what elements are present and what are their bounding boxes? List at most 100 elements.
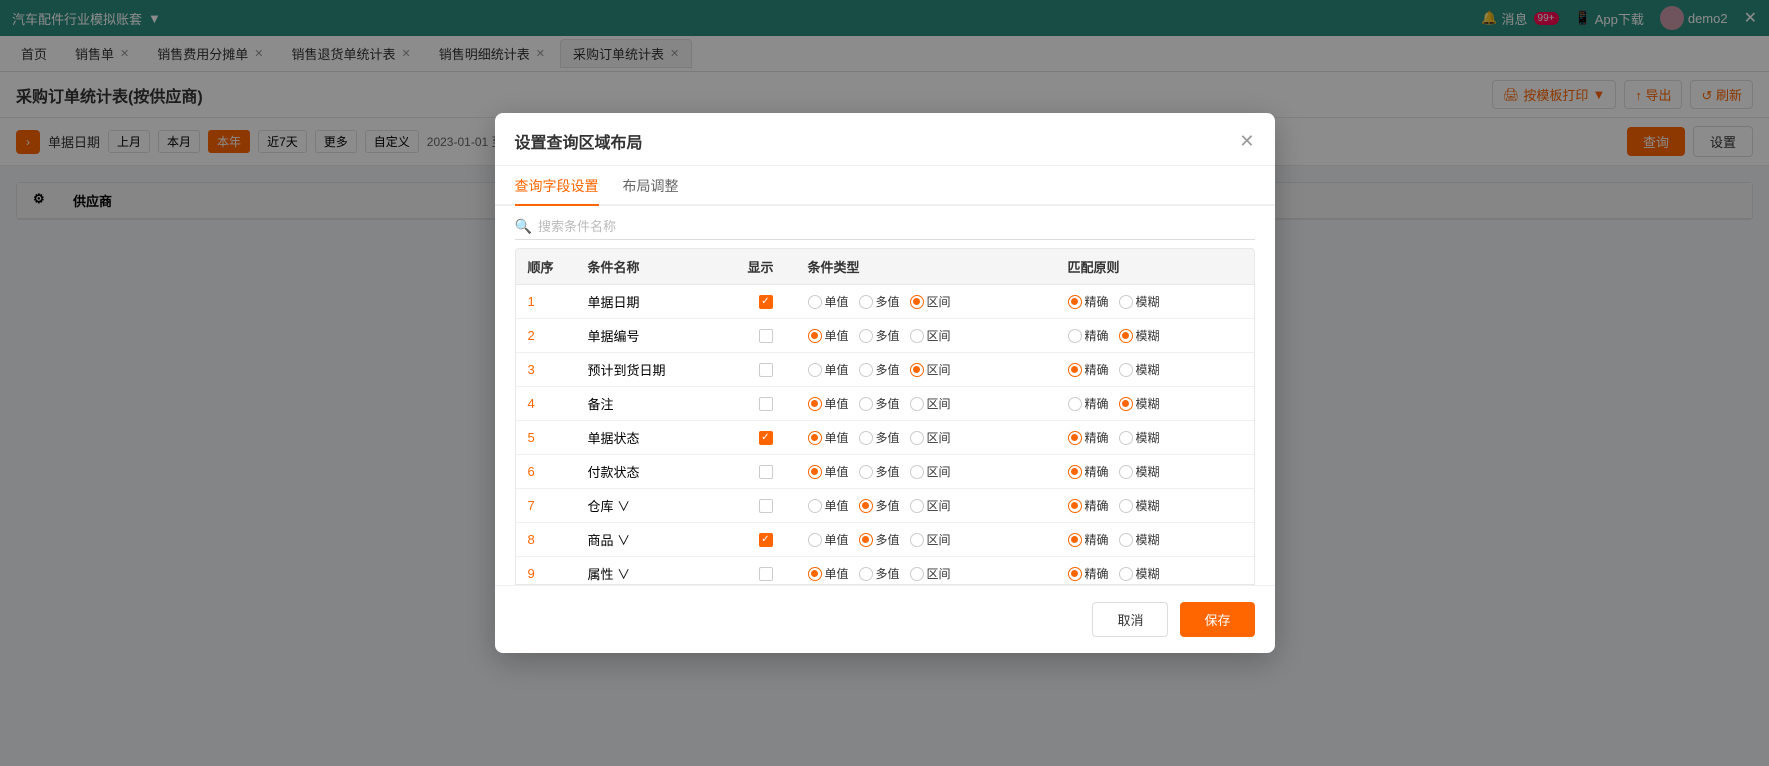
table-row: 7仓库 ∨单值多值区间精确模糊 <box>516 489 1254 523</box>
type-radio-区间[interactable]: 区间 <box>910 361 951 378</box>
type-radio-多值[interactable]: 多值 <box>859 361 900 378</box>
dialog-tab-layout-label: 布局调整 <box>623 178 679 194</box>
type-radio-多值[interactable]: 多值 <box>859 531 900 548</box>
row-display-cell[interactable] <box>736 397 796 411</box>
radio-label: 多值 <box>876 565 900 582</box>
row-match-cell: 精确模糊 <box>1056 293 1255 310</box>
match-radio-精确[interactable]: 精确 <box>1068 327 1109 344</box>
radio-label: 精确 <box>1085 293 1109 310</box>
type-radio-单值[interactable]: 单值 <box>808 463 849 480</box>
type-radio-单值[interactable]: 单值 <box>808 531 849 548</box>
type-radio-多值[interactable]: 多值 <box>859 293 900 310</box>
type-radio-区间[interactable]: 区间 <box>910 497 951 514</box>
match-radio-模糊[interactable]: 模糊 <box>1119 497 1160 514</box>
type-radio-多值[interactable]: 多值 <box>859 463 900 480</box>
row-name: 备注 <box>576 394 736 413</box>
type-radio-多值[interactable]: 多值 <box>859 327 900 344</box>
type-radio-单值[interactable]: 单值 <box>808 497 849 514</box>
display-checkbox[interactable] <box>759 397 773 411</box>
row-match-cell: 精确模糊 <box>1056 463 1255 480</box>
match-radio-精确[interactable]: 精确 <box>1068 361 1109 378</box>
match-radio-group: 精确模糊 <box>1068 497 1244 514</box>
match-radio-模糊[interactable]: 模糊 <box>1119 429 1160 446</box>
type-radio-多值[interactable]: 多值 <box>859 429 900 446</box>
type-radio-区间[interactable]: 区间 <box>910 463 951 480</box>
search-input[interactable] <box>538 219 1255 234</box>
match-radio-精确[interactable]: 精确 <box>1068 565 1109 582</box>
type-radio-多值[interactable]: 多值 <box>859 565 900 582</box>
radio-circle <box>910 397 924 411</box>
table-row: 8商品 ∨单值多值区间精确模糊 <box>516 523 1254 557</box>
type-radio-区间[interactable]: 区间 <box>910 327 951 344</box>
display-checkbox[interactable] <box>759 329 773 343</box>
type-radio-单值[interactable]: 单值 <box>808 429 849 446</box>
match-radio-精确[interactable]: 精确 <box>1068 463 1109 480</box>
row-type-cell: 单值多值区间 <box>796 361 1056 378</box>
display-checkbox[interactable] <box>759 465 773 479</box>
match-radio-精确[interactable]: 精确 <box>1068 293 1109 310</box>
match-radio-精确[interactable]: 精确 <box>1068 429 1109 446</box>
radio-label: 多值 <box>876 463 900 480</box>
dialog-close-button[interactable]: ✕ <box>1239 132 1254 150</box>
type-radio-多值[interactable]: 多值 <box>859 395 900 412</box>
row-display-cell[interactable] <box>736 465 796 479</box>
row-display-cell[interactable] <box>736 533 796 547</box>
match-radio-模糊[interactable]: 模糊 <box>1119 565 1160 582</box>
radio-circle <box>1119 465 1133 479</box>
match-radio-模糊[interactable]: 模糊 <box>1119 531 1160 548</box>
modal-overlay[interactable]: 设置查询区域布局 ✕ 查询字段设置 布局调整 🔍 顺序 条件名称 显示 条件类型 <box>0 0 1769 766</box>
display-checkbox[interactable] <box>759 499 773 513</box>
type-radio-区间[interactable]: 区间 <box>910 395 951 412</box>
type-radio-单值[interactable]: 单值 <box>808 361 849 378</box>
col-header-order: 顺序 <box>516 257 576 276</box>
radio-label: 单值 <box>825 497 849 514</box>
type-radio-group: 单值多值区间 <box>808 395 1044 412</box>
row-display-cell[interactable] <box>736 295 796 309</box>
row-display-cell[interactable] <box>736 567 796 581</box>
type-radio-单值[interactable]: 单值 <box>808 565 849 582</box>
dialog-tab-query-fields[interactable]: 查询字段设置 <box>515 166 599 206</box>
cancel-button[interactable]: 取消 <box>1092 602 1168 637</box>
display-checkbox[interactable] <box>759 363 773 377</box>
type-radio-单值[interactable]: 单值 <box>808 395 849 412</box>
radio-label: 模糊 <box>1136 361 1160 378</box>
type-radio-多值[interactable]: 多值 <box>859 497 900 514</box>
match-radio-group: 精确模糊 <box>1068 531 1244 548</box>
display-checkbox[interactable] <box>759 431 773 445</box>
radio-circle <box>859 295 873 309</box>
radio-label: 区间 <box>927 293 951 310</box>
match-radio-模糊[interactable]: 模糊 <box>1119 361 1160 378</box>
radio-circle <box>1068 431 1082 445</box>
radio-circle <box>859 397 873 411</box>
match-radio-模糊[interactable]: 模糊 <box>1119 293 1160 310</box>
type-radio-区间[interactable]: 区间 <box>910 429 951 446</box>
type-radio-区间[interactable]: 区间 <box>910 293 951 310</box>
match-radio-精确[interactable]: 精确 <box>1068 497 1109 514</box>
match-radio-精确[interactable]: 精确 <box>1068 531 1109 548</box>
row-display-cell[interactable] <box>736 363 796 377</box>
radio-label: 单值 <box>825 429 849 446</box>
radio-circle <box>808 397 822 411</box>
dialog-header: 设置查询区域布局 ✕ <box>495 113 1275 166</box>
match-radio-模糊[interactable]: 模糊 <box>1119 463 1160 480</box>
dialog-tab-layout[interactable]: 布局调整 <box>623 166 679 206</box>
match-radio-group: 精确模糊 <box>1068 293 1244 310</box>
display-checkbox[interactable] <box>759 295 773 309</box>
row-match-cell: 精确模糊 <box>1056 429 1255 446</box>
match-radio-模糊[interactable]: 模糊 <box>1119 327 1160 344</box>
row-display-cell[interactable] <box>736 329 796 343</box>
table-row: 1单据日期单值多值区间精确模糊 <box>516 285 1254 319</box>
match-radio-模糊[interactable]: 模糊 <box>1119 395 1160 412</box>
row-display-cell[interactable] <box>736 499 796 513</box>
display-checkbox[interactable] <box>759 567 773 581</box>
type-radio-单值[interactable]: 单值 <box>808 293 849 310</box>
match-radio-精确[interactable]: 精确 <box>1068 395 1109 412</box>
type-radio-区间[interactable]: 区间 <box>910 565 951 582</box>
radio-circle <box>1068 329 1082 343</box>
type-radio-区间[interactable]: 区间 <box>910 531 951 548</box>
display-checkbox[interactable] <box>759 533 773 547</box>
save-button[interactable]: 保存 <box>1180 602 1254 637</box>
row-display-cell[interactable] <box>736 431 796 445</box>
type-radio-group: 单值 多值区间 <box>808 565 1044 582</box>
type-radio-单值[interactable]: 单值 <box>808 327 849 344</box>
